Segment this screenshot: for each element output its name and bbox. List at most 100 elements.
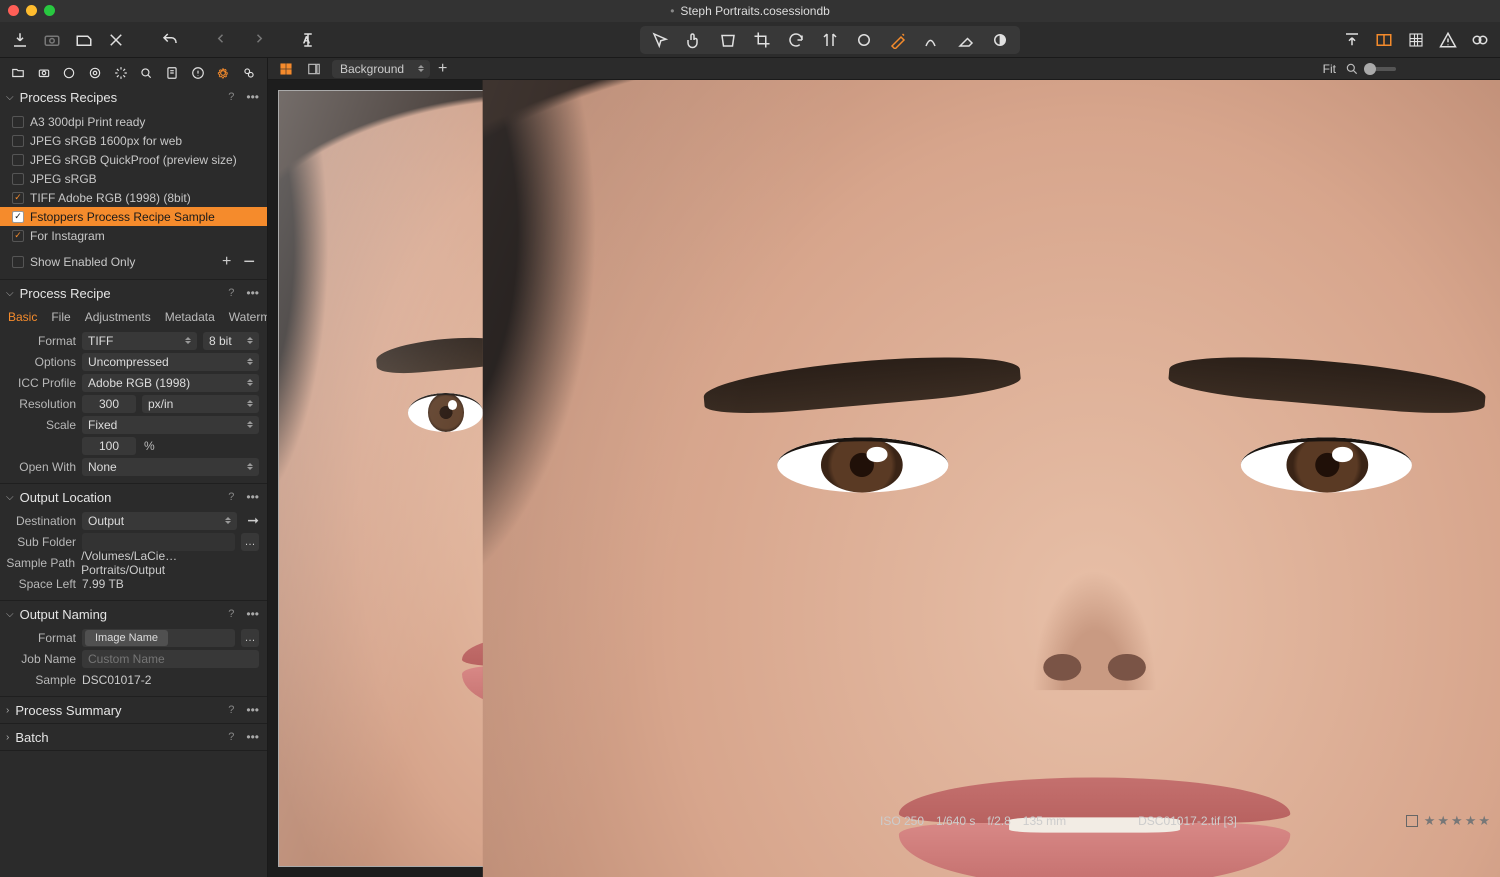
help-icon[interactable]: ?	[224, 287, 238, 299]
rating-star-2[interactable]: ★	[1437, 813, 1449, 829]
bitdepth-select[interactable]: 8 bit	[203, 332, 259, 350]
recipe-checkbox[interactable]	[12, 211, 24, 223]
process-recipe-header[interactable]: ⌵ Process Recipe ? •••	[0, 280, 267, 306]
recipe-checkbox[interactable]	[12, 116, 24, 128]
preview-image-after[interactable]	[846, 205, 1490, 780]
gradient-mask-icon[interactable]	[990, 30, 1010, 50]
zoom-slider[interactable]	[1368, 67, 1396, 71]
export-icon[interactable]	[1342, 30, 1362, 50]
scale-select[interactable]: Fixed	[82, 416, 259, 434]
capture-icon[interactable]	[42, 30, 62, 50]
recipe-checkbox[interactable]	[12, 192, 24, 204]
jobname-input[interactable]	[82, 650, 259, 668]
output-tab-icon[interactable]	[214, 63, 234, 83]
destination-select[interactable]: Output	[82, 512, 237, 530]
zoom-fit-label[interactable]: Fit	[1323, 62, 1336, 76]
zoom-loupe-icon[interactable]	[1342, 59, 1362, 79]
rating-star-4[interactable]: ★	[1465, 813, 1477, 829]
library-tab-icon[interactable]	[8, 63, 28, 83]
resolution-input[interactable]	[82, 395, 136, 413]
process-summary-header[interactable]: › Process Summary ? •••	[0, 697, 267, 723]
naming-format-browse-button[interactable]: …	[241, 629, 259, 647]
rating-star-1[interactable]: ★	[1424, 813, 1436, 829]
naming-format-field[interactable]: Image Name	[82, 629, 235, 647]
maximize-window-button[interactable]	[44, 5, 55, 16]
rotate-tool-icon[interactable]	[786, 30, 806, 50]
recipe-item[interactable]: JPEG sRGB	[0, 169, 267, 188]
icc-select[interactable]: Adobe RGB (1998)	[82, 374, 259, 392]
help-icon[interactable]: ?	[224, 704, 238, 716]
reveal-destination-icon[interactable]: ➞	[247, 512, 259, 529]
warning-overlay-icon[interactable]	[1438, 30, 1458, 50]
select-tool-icon[interactable]	[650, 30, 670, 50]
cancel-export-icon[interactable]	[106, 30, 126, 50]
close-window-button[interactable]	[8, 5, 19, 16]
options-select[interactable]: Uncompressed	[82, 353, 259, 371]
draw-mask-icon[interactable]	[922, 30, 942, 50]
recipe-item[interactable]: Fstoppers Process Recipe Sample	[0, 207, 267, 226]
recipe-item[interactable]: For Instagram	[0, 226, 267, 245]
metadata-tab-icon[interactable]	[188, 63, 208, 83]
more-icon[interactable]: •••	[244, 703, 261, 717]
rating-star-5[interactable]: ★	[1478, 813, 1490, 829]
add-viewer-button[interactable]: +	[438, 60, 447, 78]
show-enabled-checkbox[interactable]	[12, 256, 24, 268]
remove-recipe-button[interactable]: −	[243, 257, 255, 267]
loupe-tool-icon[interactable]	[718, 30, 738, 50]
recipe-tab-metadata[interactable]: Metadata	[165, 310, 215, 324]
help-icon[interactable]: ?	[224, 91, 238, 103]
recipe-tab-file[interactable]: File	[51, 310, 70, 324]
format-select[interactable]: TIFF	[82, 332, 197, 350]
import-icon[interactable]	[10, 30, 30, 50]
more-icon[interactable]: •••	[244, 90, 261, 104]
erase-mask-icon[interactable]	[956, 30, 976, 50]
multi-view-icon[interactable]	[276, 59, 296, 79]
focus-mask-icon[interactable]	[1470, 30, 1490, 50]
lens-tab-icon[interactable]	[59, 63, 79, 83]
more-icon[interactable]: •••	[244, 286, 261, 300]
capture-tab-icon[interactable]	[34, 63, 54, 83]
batch-header[interactable]: › Batch ? •••	[0, 724, 267, 750]
output-location-header[interactable]: ⌵ Output Location ? •••	[0, 484, 267, 510]
process-recipes-header[interactable]: ⌵ Process Recipes ? •••	[0, 84, 267, 110]
undo-icon[interactable]	[160, 30, 180, 50]
help-icon[interactable]: ?	[224, 731, 238, 743]
more-icon[interactable]: •••	[244, 730, 261, 744]
reset-icon[interactable]: A	[298, 30, 318, 50]
color-tag-button[interactable]	[1406, 815, 1418, 827]
recipe-checkbox[interactable]	[12, 154, 24, 166]
undo-step-icon[interactable]	[214, 30, 234, 50]
recipe-item[interactable]: JPEG sRGB QuickProof (preview size)	[0, 150, 267, 169]
recipe-item[interactable]: A3 300dpi Print ready	[0, 112, 267, 131]
primary-view-icon[interactable]	[304, 59, 324, 79]
batch-tab-icon[interactable]	[239, 63, 259, 83]
crop-tool-icon[interactable]	[752, 30, 772, 50]
minimize-window-button[interactable]	[26, 5, 37, 16]
spot-tool-icon[interactable]	[854, 30, 874, 50]
scale-value-input[interactable]	[82, 437, 136, 455]
export-variant-icon[interactable]	[74, 30, 94, 50]
add-recipe-button[interactable]: +	[222, 253, 231, 271]
background-select[interactable]: Background	[332, 60, 430, 78]
openwith-select[interactable]: None	[82, 458, 259, 476]
redo-step-icon[interactable]	[246, 30, 266, 50]
adjustments-tab-icon[interactable]	[162, 63, 182, 83]
output-naming-header[interactable]: ⌵ Output Naming ? •••	[0, 601, 267, 627]
recipe-tab-basic[interactable]: Basic	[8, 310, 37, 324]
help-icon[interactable]: ?	[224, 608, 238, 620]
recipe-item[interactable]: JPEG sRGB 1600px for web	[0, 131, 267, 150]
help-icon[interactable]: ?	[224, 491, 238, 503]
magic-brush-icon[interactable]	[888, 30, 908, 50]
keystone-tool-icon[interactable]	[820, 30, 840, 50]
recipe-checkbox[interactable]	[12, 135, 24, 147]
details-tab-icon[interactable]	[137, 63, 157, 83]
color-tab-icon[interactable]	[85, 63, 105, 83]
before-after-icon[interactable]	[1374, 30, 1394, 50]
recipe-checkbox[interactable]	[12, 173, 24, 185]
more-icon[interactable]: •••	[244, 607, 261, 621]
resolution-unit-select[interactable]: px/in	[142, 395, 259, 413]
pan-tool-icon[interactable]	[684, 30, 704, 50]
recipe-tab-watermark[interactable]: Watermark	[229, 310, 268, 324]
recipe-item[interactable]: TIFF Adobe RGB (1998) (8bit)	[0, 188, 267, 207]
recipe-checkbox[interactable]	[12, 230, 24, 242]
